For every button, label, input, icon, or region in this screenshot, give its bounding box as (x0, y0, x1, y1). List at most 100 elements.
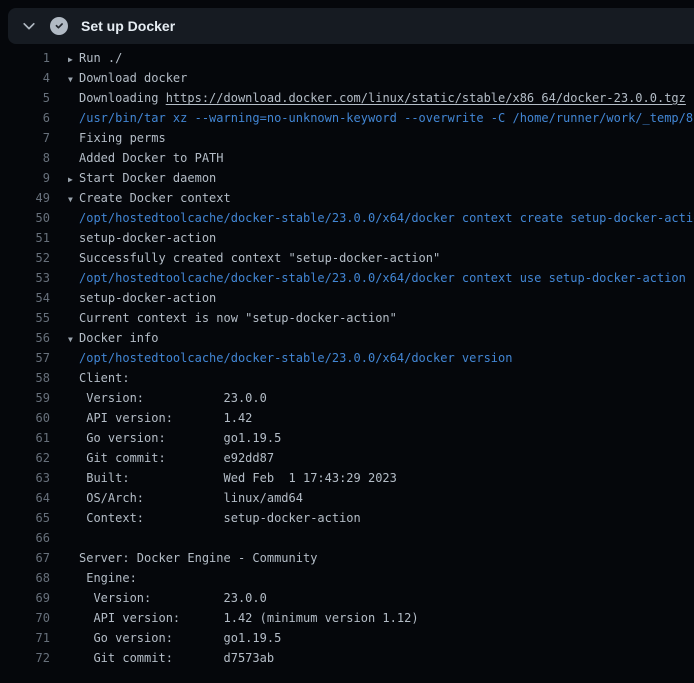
check-success-icon (50, 17, 68, 35)
log-row: 55 Current context is now "setup-docker-a… (0, 308, 694, 328)
line-number[interactable]: 51 (0, 228, 50, 248)
log-text: Current context is now "setup-docker-act… (79, 311, 397, 325)
log-text: OS/Arch: linux/amd64 (79, 491, 303, 505)
log-row: 58 Client: (0, 368, 694, 388)
log-lines: 1▶Run ./4▼Download docker5Downloading ht… (0, 48, 694, 668)
log-text: setup-docker-action (79, 231, 216, 245)
chevron-down-icon[interactable] (21, 18, 37, 34)
line-number[interactable]: 63 (0, 468, 50, 488)
step-header[interactable]: Set up Docker (8, 8, 694, 44)
log-row: 51 setup-docker-action (0, 228, 694, 248)
log-line-body: Successfully created context "setup-dock… (68, 248, 440, 268)
log-row: 52 Successfully created context "setup-do… (0, 248, 694, 268)
line-number[interactable]: 52 (0, 248, 50, 268)
log-line-body: setup-docker-action (68, 228, 216, 248)
log-row: 6/usr/bin/tar xz --warning=no-unknown-ke… (0, 108, 694, 128)
log-text: Client: (79, 371, 130, 385)
line-number[interactable]: 56 (0, 328, 50, 348)
log-line-body: Added Docker to PATH (68, 148, 224, 168)
log-line-body: Current context is now "setup-docker-act… (68, 308, 397, 328)
log-line-body (68, 528, 79, 548)
log-text: /opt/hostedtoolcache/docker-stable/23.0.… (79, 351, 512, 365)
line-number[interactable]: 71 (0, 628, 50, 648)
log-line-body: Engine: (68, 568, 137, 588)
line-number[interactable]: 4 (0, 68, 50, 88)
log-group-row[interactable]: 9 ▶Start Docker daemon (0, 168, 694, 188)
log-text: setup-docker-action (79, 291, 216, 305)
log-group-row[interactable]: 4 ▼Download docker (0, 68, 694, 88)
line-number[interactable]: 67 (0, 548, 50, 568)
log-row: 57/opt/hostedtoolcache/docker-stable/23.… (0, 348, 694, 368)
log-line-body: ▼Download docker (68, 68, 187, 90)
step-title: Set up Docker (81, 18, 175, 34)
line-number[interactable]: 66 (0, 528, 50, 548)
line-number[interactable]: 55 (0, 308, 50, 328)
log-group-row[interactable]: 56 ▼Docker info (0, 328, 694, 348)
log-line-body: Git commit: d7573ab (68, 648, 274, 668)
log-text: Version: 23.0.0 (79, 591, 267, 605)
line-number[interactable]: 5 (0, 88, 50, 108)
log-text: /opt/hostedtoolcache/docker-stable/23.0.… (79, 211, 694, 225)
log-line-body: ▼Docker info (68, 328, 158, 350)
line-number[interactable]: 69 (0, 588, 50, 608)
line-number[interactable]: 54 (0, 288, 50, 308)
log-row: 65 Context: setup-docker-action (0, 508, 694, 528)
line-number[interactable]: 59 (0, 388, 50, 408)
line-number[interactable]: 58 (0, 368, 50, 388)
line-number[interactable]: 7 (0, 128, 50, 148)
line-number[interactable]: 65 (0, 508, 50, 528)
log-line-body: Downloading https://download.docker.com/… (68, 88, 686, 108)
log-row: 63 Built: Wed Feb 1 17:43:29 2023 (0, 468, 694, 488)
log-line-body: Go version: go1.19.5 (68, 428, 281, 448)
log-line-body: /opt/hostedtoolcache/docker-stable/23.0.… (68, 268, 686, 288)
collapse-group-icon[interactable]: ▼ (68, 70, 79, 90)
line-number[interactable]: 6 (0, 108, 50, 128)
log-text: Git commit: e92dd87 (79, 451, 274, 465)
log-line-body: OS/Arch: linux/amd64 (68, 488, 303, 508)
log-text: Go version: go1.19.5 (79, 631, 281, 645)
log-group-row[interactable]: 1▶Run ./ (0, 48, 694, 68)
group-title: Start Docker daemon (79, 171, 216, 185)
log-link[interactable]: https://download.docker.com/linux/static… (166, 91, 686, 105)
log-group-row[interactable]: 49 ▼Create Docker context (0, 188, 694, 208)
line-number[interactable]: 1 (0, 48, 50, 68)
log-line-body: Git commit: e92dd87 (68, 448, 274, 468)
line-number[interactable]: 60 (0, 408, 50, 428)
log-text: Successfully created context "setup-dock… (79, 251, 440, 265)
log-line-body: Client: (68, 368, 130, 388)
log-text: Git commit: d7573ab (79, 651, 274, 665)
expand-group-icon[interactable]: ▶ (68, 170, 79, 190)
line-number[interactable]: 49 (0, 188, 50, 208)
log-text: Downloading (79, 91, 166, 105)
line-number[interactable]: 9 (0, 168, 50, 188)
actions-log-page: { "colors": { "page_bg": "#05070b", "hea… (0, 0, 694, 683)
log-row: 64 OS/Arch: linux/amd64 (0, 488, 694, 508)
log-row: 66 (0, 528, 694, 548)
log-text: API version: 1.42 (minimum version 1.12) (79, 611, 419, 625)
log-line-body: /opt/hostedtoolcache/docker-stable/23.0.… (68, 208, 694, 228)
collapse-group-icon[interactable]: ▼ (68, 190, 79, 210)
line-number[interactable]: 64 (0, 488, 50, 508)
line-number[interactable]: 62 (0, 448, 50, 468)
log-text: Added Docker to PATH (79, 151, 224, 165)
expand-group-icon[interactable]: ▶ (68, 50, 79, 70)
log-text: /opt/hostedtoolcache/docker-stable/23.0.… (79, 271, 686, 285)
log-row: 50/opt/hostedtoolcache/docker-stable/23.… (0, 208, 694, 228)
line-number[interactable]: 68 (0, 568, 50, 588)
line-number[interactable]: 61 (0, 428, 50, 448)
log-text: /usr/bin/tar xz --warning=no-unknown-key… (79, 111, 694, 125)
collapse-group-icon[interactable]: ▼ (68, 330, 79, 350)
log-line-body: /opt/hostedtoolcache/docker-stable/23.0.… (68, 348, 512, 368)
log-line-body: ▶Start Docker daemon (68, 168, 216, 190)
group-title: Create Docker context (79, 191, 231, 205)
line-number[interactable]: 72 (0, 648, 50, 668)
line-number[interactable]: 8 (0, 148, 50, 168)
line-number[interactable]: 70 (0, 608, 50, 628)
log-row: 62 Git commit: e92dd87 (0, 448, 694, 468)
log-row: 53/opt/hostedtoolcache/docker-stable/23.… (0, 268, 694, 288)
log-row: 72 Git commit: d7573ab (0, 648, 694, 668)
line-number[interactable]: 53 (0, 268, 50, 288)
line-number[interactable]: 57 (0, 348, 50, 368)
line-number[interactable]: 50 (0, 208, 50, 228)
log-text: API version: 1.42 (79, 411, 252, 425)
